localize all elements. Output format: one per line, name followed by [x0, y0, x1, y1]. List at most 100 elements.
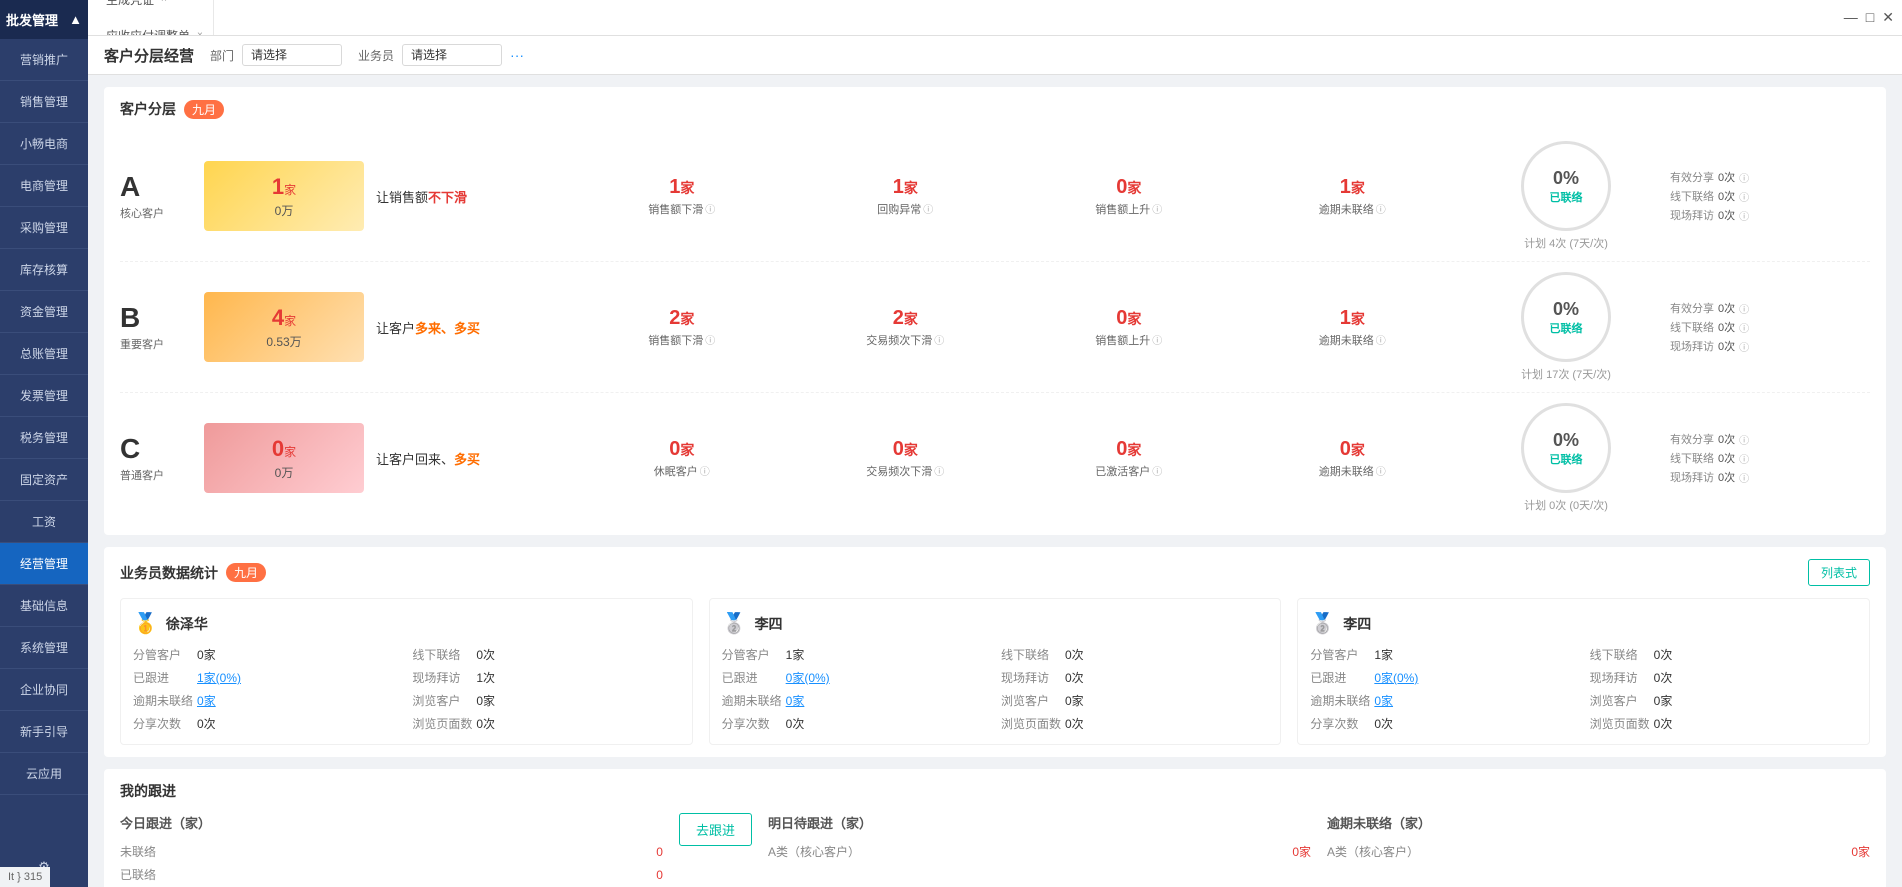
sidebar-item-电商管理[interactable]: 电商管理	[0, 165, 88, 207]
followup-today-col: 今日跟进（家） 未联络 0 已联络 0 跟进次 1 王进次	[120, 813, 663, 887]
sidebar-item-库存核算[interactable]: 库存核算	[0, 249, 88, 291]
customer-tier-title: 客户分层	[120, 99, 176, 119]
tier-stat-B-4[interactable]: 1家逾期未联络 ⓘ	[1243, 303, 1463, 352]
sidebar-expand-icon[interactable]: ▲	[69, 12, 82, 27]
customer-tier-section: 客户分层 九月 A核心客户1家0万让销售额不下滑1家销售额下滑 ⓘ1家回购异常 …	[104, 87, 1886, 535]
staff-row-item: 分管客户0家	[133, 646, 400, 663]
customer-tier-badge: 九月	[184, 100, 224, 119]
staff-row-item: 分享次数0次	[1310, 715, 1577, 732]
followup-title: 我的跟进	[120, 781, 176, 801]
sidebar-item-小畅电商[interactable]: 小畅电商	[0, 123, 88, 165]
staff-header-2: 🥈李四	[1310, 611, 1857, 636]
sidebar-item-总账管理[interactable]: 总账管理	[0, 333, 88, 375]
staff-name-2: 李四	[1343, 614, 1371, 634]
staff-rows-grid-1: 分管客户1家线下联络0次已跟进0家(0%)现场拜访0次逾期未联络0家浏览客户0家…	[722, 646, 1269, 732]
sidebar-item-税务管理[interactable]: 税务管理	[0, 417, 88, 459]
dept-label: 部门	[210, 47, 234, 64]
tier-stat-B-1[interactable]: 2家销售额下滑 ⓘ	[572, 303, 792, 352]
tier-right-stat-row: 现场拜访0次 ⓘ	[1670, 207, 1870, 223]
tier-row-A: A核心客户1家0万让销售额不下滑1家销售额下滑 ⓘ1家回购异常 ⓘ0家销售额上升…	[120, 131, 1870, 262]
sidebar-item-系统管理[interactable]: 系统管理	[0, 627, 88, 669]
sidebar-top-label: 批发管理	[6, 10, 58, 29]
tier-count-box-B[interactable]: 4家0.53万	[204, 292, 364, 362]
tab-bar: 首页门店商品目录×销货单×店铺管理×生成凭证×应收应付调整单×工资表×工资统计报…	[88, 0, 1902, 36]
staff-stats-section: 业务员数据统计 九月 列表式 🥇徐泽华分管客户0家线下联络0次已跟进1家(0%)…	[104, 547, 1886, 757]
sidebar-item-企业协同[interactable]: 企业协同	[0, 669, 88, 711]
tier-right-stat-row: 现场拜访0次 ⓘ	[1670, 469, 1870, 485]
page-title: 客户分层经营	[104, 45, 194, 66]
main-content: 首页门店商品目录×销货单×店铺管理×生成凭证×应收应付调整单×工资表×工资统计报…	[88, 0, 1902, 887]
tier-rows-container: A核心客户1家0万让销售额不下滑1家销售额下滑 ⓘ1家回购异常 ⓘ0家销售额上升…	[120, 131, 1870, 523]
go-followup-btn[interactable]: 去跟进	[679, 813, 752, 846]
bottom-text: It } 315	[0, 867, 50, 887]
sidebar-item-销售管理[interactable]: 销售管理	[0, 81, 88, 123]
tab-close-生成凭证[interactable]: ×	[161, 0, 167, 5]
sidebar-item-资金管理[interactable]: 资金管理	[0, 291, 88, 333]
staff-card-0: 🥇徐泽华分管客户0家线下联络0次已跟进1家(0%)现场拜访1次逾期未联络0家浏览…	[120, 598, 693, 745]
tier-stat-B-3[interactable]: 0家销售额上升 ⓘ	[1019, 303, 1239, 352]
sidebar-item-工资[interactable]: 工资	[0, 501, 88, 543]
tab-action-minus[interactable]: —	[1844, 9, 1858, 26]
tab-应收应付调整单[interactable]: 应收应付调整单×	[96, 18, 214, 37]
tab-action-square[interactable]: □	[1866, 9, 1874, 26]
tier-circle-A: 0% 已联络 计划 4次 (7天/次)	[1466, 141, 1666, 251]
sidebar-item-新手引导[interactable]: 新手引导	[0, 711, 88, 753]
staff-row-item: 线下联络0次	[412, 646, 679, 663]
staff-row-item: 分管客户1家	[1310, 646, 1577, 663]
tier-stat-A-2[interactable]: 1家回购异常 ⓘ	[796, 172, 1016, 221]
tier-stat-C-3[interactable]: 0家已激活客户 ⓘ	[1019, 434, 1239, 483]
tab-action-close[interactable]: ✕	[1882, 9, 1894, 26]
tier-stat-C-1[interactable]: 0家休眠客户 ⓘ	[572, 434, 792, 483]
tier-right-stat-row: 有效分享0次 ⓘ	[1670, 169, 1870, 185]
tier-count-box-C[interactable]: 0家0万	[204, 423, 364, 493]
staff-card-1: 🥈李四分管客户1家线下联络0次已跟进0家(0%)现场拜访0次逾期未联络0家浏览客…	[709, 598, 1282, 745]
tab-items-container: 首页门店商品目录×销货单×店铺管理×生成凭证×应收应付调整单×工资表×工资统计报…	[96, 0, 214, 36]
sidebar-item-营销推广[interactable]: 营销推广	[0, 39, 88, 81]
staff-rank-icon: 🥇	[133, 611, 158, 636]
staff-row-item: 浏览客户0家	[412, 692, 679, 709]
sidebar-top-item[interactable]: 批发管理 ▲	[0, 0, 88, 39]
content-area: 客户分层 九月 A核心客户1家0万让销售额不下滑1家销售额下滑 ⓘ1家回购异常 …	[88, 75, 1902, 887]
staff-row-item: 逾期未联络0家	[133, 692, 400, 709]
staff-rank-icon: 🥈	[722, 611, 747, 636]
tier-stat-C-2[interactable]: 0家交易频次下滑 ⓘ	[796, 434, 1016, 483]
staff-row-item: 浏览客户0家	[1001, 692, 1268, 709]
tier-right-stats-B: 有效分享0次 ⓘ线下联络0次 ⓘ现场拜访0次 ⓘ	[1670, 300, 1870, 354]
tier-right-stat-row: 线下联络0次 ⓘ	[1670, 188, 1870, 204]
sidebar-item-经营管理[interactable]: 经营管理	[0, 543, 88, 585]
tier-circle-B: 0% 已联络 计划 17次 (7天/次)	[1466, 272, 1666, 382]
tier-id-B: B重要客户	[120, 302, 200, 352]
followup-overdue-label: 逾期未联络（家）	[1327, 813, 1870, 832]
tier-row-B: B重要客户4家0.53万让客户多来、多买2家销售额下滑 ⓘ2家交易频次下滑 ⓘ0…	[120, 262, 1870, 393]
tier-stat-A-3[interactable]: 0家销售额上升 ⓘ	[1019, 172, 1239, 221]
sidebar-item-云应用[interactable]: 云应用	[0, 753, 88, 795]
tier-count-box-A[interactable]: 1家0万	[204, 161, 364, 231]
tab-生成凭证[interactable]: 生成凭证×	[96, 0, 214, 18]
staff-row-item: 已跟进1家(0%)	[133, 669, 400, 686]
sidebar-item-基础信息[interactable]: 基础信息	[0, 585, 88, 627]
tier-action-C: 让客户回来、多买	[368, 449, 568, 468]
tier-stat-B-2[interactable]: 2家交易频次下滑 ⓘ	[796, 303, 1016, 352]
tier-stat-A-4[interactable]: 1家逾期未联络 ⓘ	[1243, 172, 1463, 221]
tier-stat-A-1[interactable]: 1家销售额下滑 ⓘ	[572, 172, 792, 221]
sidebar-item-发票管理[interactable]: 发票管理	[0, 375, 88, 417]
customer-tier-header: 客户分层 九月	[120, 99, 1870, 119]
followup-today-row2: 已联络 0	[120, 863, 663, 886]
sidebar-item-固定资产[interactable]: 固定资产	[0, 459, 88, 501]
staff-rows-grid-0: 分管客户0家线下联络0次已跟进1家(0%)现场拜访1次逾期未联络0家浏览客户0家…	[133, 646, 680, 732]
staff-row-item: 线下联络0次	[1001, 646, 1268, 663]
sidebar-item-采购管理[interactable]: 采购管理	[0, 207, 88, 249]
dept-select[interactable]: 请选择	[242, 44, 342, 66]
staff-row-item: 浏览页面数0次	[412, 715, 679, 732]
staff-row-item: 现场拜访0次	[1590, 669, 1857, 686]
staff-rows-grid-2: 分管客户1家线下联络0次已跟进0家(0%)现场拜访0次逾期未联络0家浏览客户0家…	[1310, 646, 1857, 732]
list-view-btn[interactable]: 列表式	[1808, 559, 1870, 586]
tier-right-stat-row: 线下联络0次 ⓘ	[1670, 450, 1870, 466]
followup-today-label: 今日跟进（家）	[120, 813, 663, 832]
tier-right-stats-A: 有效分享0次 ⓘ 线下联络0次 ⓘ 现场拜访0次 ⓘ	[1670, 169, 1870, 223]
staff-card-2: 🥈李四分管客户1家线下联络0次已跟进0家(0%)现场拜访0次逾期未联络0家浏览客…	[1297, 598, 1870, 745]
tier-stat-C-4[interactable]: 0家逾期未联络 ⓘ	[1243, 434, 1463, 483]
staff-select[interactable]: 请选择	[402, 44, 502, 66]
staff-row-item: 分享次数0次	[133, 715, 400, 732]
filter-more-icon[interactable]: ···	[510, 47, 524, 63]
